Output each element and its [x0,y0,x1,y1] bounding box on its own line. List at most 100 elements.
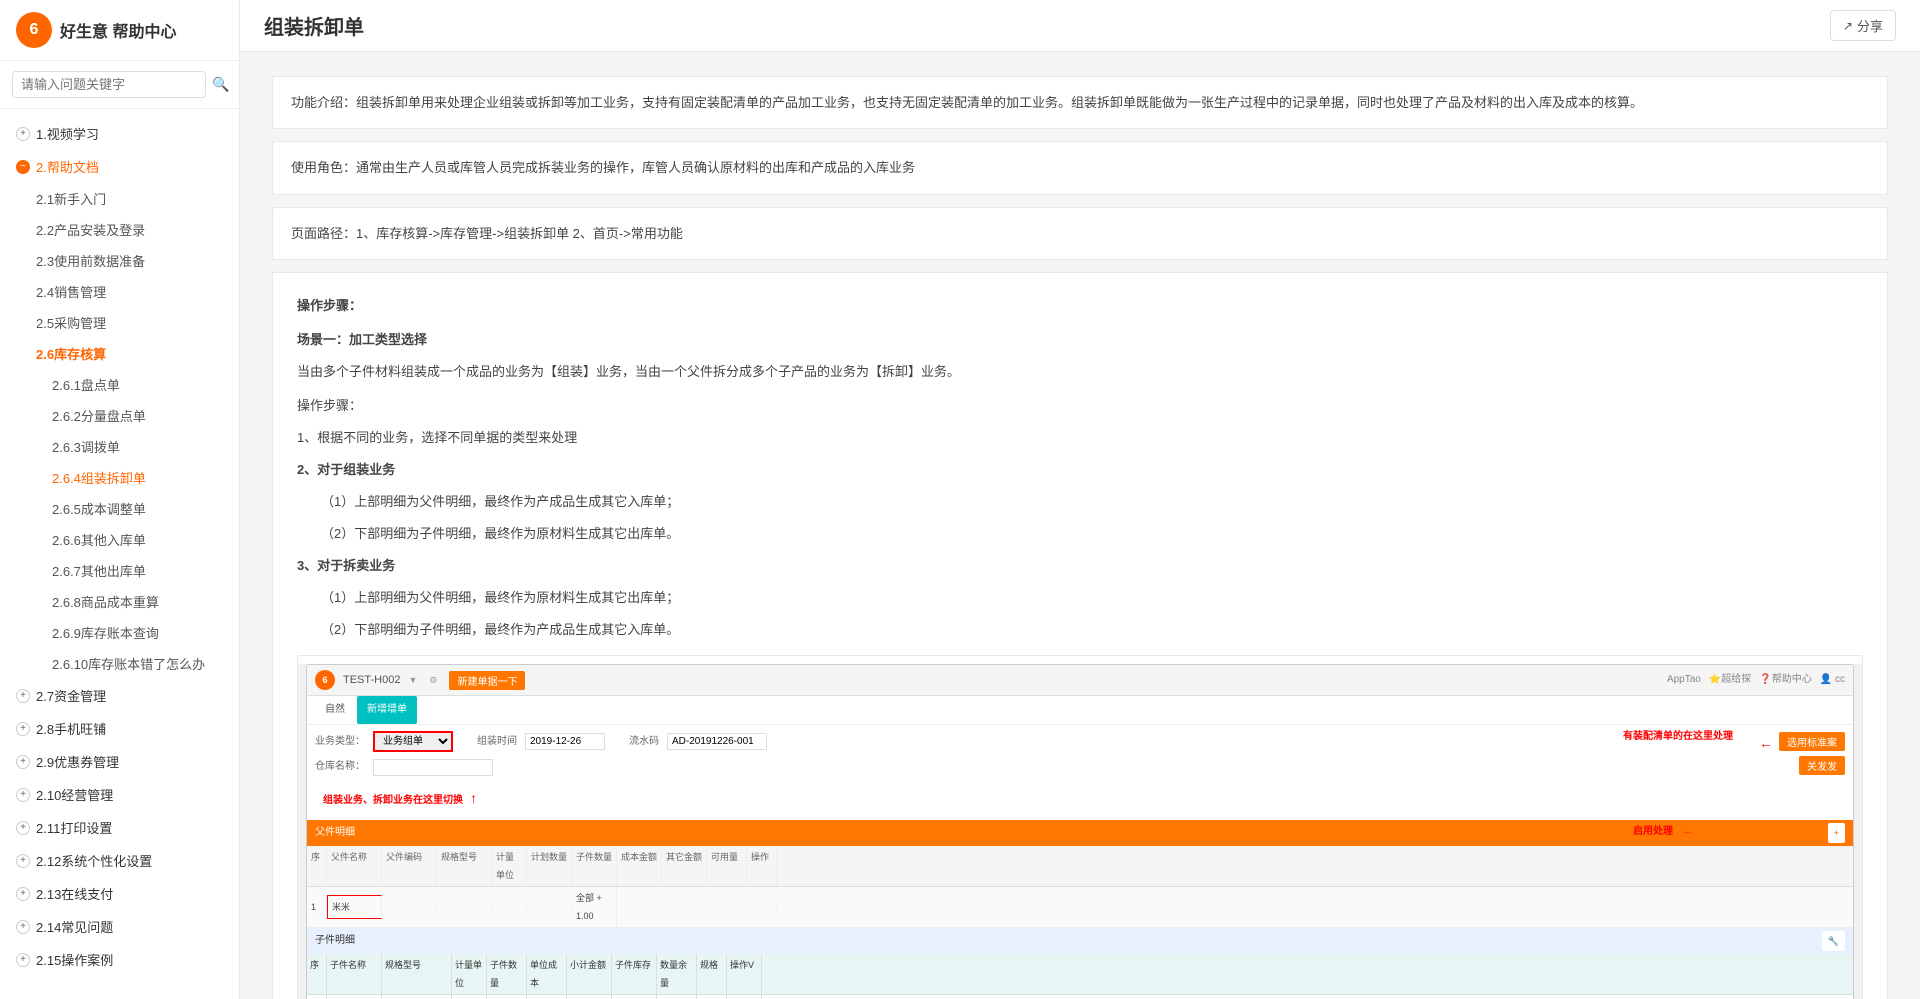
form-date-label: 组装时间 [477,732,517,752]
td-name: 米米 [327,895,382,919]
sidebar-item-ops[interactable]: + 2.10经营管理 [0,778,239,811]
parent-table-row: 1 米米 全部 + 1.00 [307,887,1853,928]
annotation-type-area: 组装业务、拆卸业务在这里切换 ↑ [315,782,1845,814]
std-name-1: 商品 1 [327,995,382,999]
section-add-btn[interactable]: + [1828,823,1845,843]
sidebar-item-other-in[interactable]: 2.6.6其他入库单 [0,524,239,555]
sidebar-item-video[interactable]: + 1.视频学习 [0,117,239,150]
app-logo: 6 [315,670,335,690]
sidebar-item-cost-adjust[interactable]: 2.6.5成本调整单 [0,493,239,524]
sth-name: 子件名称 [327,954,382,994]
td-code [382,905,437,909]
sidebar-item-assembly[interactable]: 2.6.4组装拆卸单 [0,462,239,493]
sidebar-item-stock-check[interactable]: 2.6.9库存账本查询 [0,617,239,648]
sidebar-item-inventory[interactable]: 2.6库存核算 [0,338,239,369]
toggle-icon-faq: + [16,920,30,934]
sidebar-item-coupon[interactable]: + 2.9优惠券管理 [0,745,239,778]
td-child-qty: 全部 + 1.00 [572,887,617,927]
app-icon-apptao: AppTao [1667,670,1701,690]
sidebar-item-wrong-account[interactable]: 2.6.10库存账本错了怎么办 [0,648,239,679]
th-child-qty: 子件数量 [572,846,617,886]
th-plan-qty: 计划数量 [527,846,572,886]
sidebar-item-cost-reset[interactable]: 2.6.8商品成本重算 [0,586,239,617]
role-text: 使用角色：通常由生产人员或库管人员完成拆装业务的操作，库管人员确认原材料的出库和… [291,160,915,175]
step3-1: （1）上部明细为父件明细，最终作为原材料生成其它出库单； [297,585,1863,611]
section-bar-child: 子件明细 🔧 [307,928,1853,954]
form-warehouse-input[interactable] [373,759,493,776]
td-idx: 1 [307,896,327,918]
form-confirm-btn[interactable]: 选用标准案 [1779,732,1845,751]
th-act: 操作 [747,846,777,886]
step1: 1、根据不同的业务，选择不同单据的类型来处理 [297,425,1863,451]
td-plan-qty [527,905,572,909]
app-dropdown-icon: ▼ [408,671,417,689]
role-box: 使用角色：通常由生产人员或库管人员完成拆装业务的操作，库管人员确认原材料的出库和… [272,141,1888,194]
toggle-icon-system: + [16,854,30,868]
form-warehouse-label: 仓库名称： [315,757,365,777]
sidebar-item-split-take[interactable]: 2.6.2分量盘点单 [0,400,239,431]
step2-2: （2）下部明细为子件明细，最终作为原材料生成其它出库单。 [297,521,1863,547]
form-date-input[interactable] [525,733,605,750]
sth-unit: 计量单位 [452,954,487,994]
sidebar-item-stocktake[interactable]: 2.6.1盘点单 [0,369,239,400]
search-button[interactable]: 🔍 [212,76,229,93]
toggle-icon-payment: + [16,887,30,901]
toggle-icon-coupon: + [16,755,30,769]
section-label-parent: 父件明细 [315,823,355,843]
std-ucost-1: 30.00 [527,995,567,999]
step2-1: （1）上部明细为父件明细，最终作为产成品生成其它入库单； [297,489,1863,515]
th-unit: 计量单位 [492,846,527,886]
form-code-label: 流水码 [629,732,659,752]
share-icon: ↗ [1843,19,1853,33]
app-tab-home[interactable]: 自然 [315,696,355,724]
sidebar-item-sales[interactable]: 2.4销售管理 [0,276,239,307]
sidebar-item-print[interactable]: + 2.11打印设置 [0,811,239,844]
share-button[interactable]: ↗ 分享 [1830,10,1896,41]
sidebar-item-purchase[interactable]: 2.5采购管理 [0,307,239,338]
form-type-label: 业务类型： [315,732,365,752]
sidebar-item-system[interactable]: + 2.12系统个性化设置 [0,844,239,877]
toggle-icon-cases: + [16,953,30,967]
sidebar-item-cases[interactable]: + 2.15操作案例 [0,943,239,976]
std-qty-1: 30.00 [487,995,527,999]
sidebar-item-docs[interactable]: − 2.帮助文档 [0,150,239,183]
annotation-batch: 启用处理 [1633,822,1673,842]
sidebar-item-other-out[interactable]: 2.6.7其他出库单 [0,555,239,586]
th-name: 父件名称 [327,846,382,886]
sidebar-item-install[interactable]: 2.2产品安装及登录 [0,214,239,245]
path-text: 页面路径：1、库存核算->库存管理->组装拆卸单 2、首页->常用功能 [291,226,683,241]
sth-spec2: 规格 [697,954,727,994]
form-row-2: 仓库名称： 关发发 [315,756,1845,778]
std-unit-1 [452,995,487,999]
sth-subtotal: 小计金额 [567,954,612,994]
form-type-select[interactable]: 业务组单 业务拆单 [373,731,453,752]
td-act [747,905,777,909]
th-cost: 成本金额 [617,846,662,886]
parent-table-header: 序 父件名称 父件编码 规格型号 计量单位 计划数量 子件数量 成本金额 其它金… [307,846,1853,887]
search-input[interactable] [12,71,206,98]
sidebar-item-finance[interactable]: + 2.7资金管理 [0,679,239,712]
th-code: 父件编码 [382,846,437,886]
screenshot-container: 6 TEST-H002 ▼ ⚙ 新建单据一下 AppTao ⭐超给探 ❓帮助中心… [297,655,1863,999]
annotation-type-label: 组装业务、拆卸业务在这里切换 [323,795,463,806]
intro-box: 功能介绍：组装拆卸单用来处理企业组装或拆卸等加工业务，支持有固定装配清单的产品加… [272,76,1888,129]
toggle-icon-mobile: + [16,722,30,736]
sidebar-item-mobile[interactable]: + 2.8手机旺铺 [0,712,239,745]
app-icon-cc: 👤 cc [1820,670,1845,690]
section-child-add-btn[interactable]: 🔧 [1822,931,1845,951]
main-area: 组装拆卸单 ↗ 分享 功能介绍：组装拆卸单用来处理企业组装或拆卸等加工业务，支持… [240,0,1920,999]
td-unit [492,905,527,909]
sidebar-item-prepare[interactable]: 2.3使用前数据准备 [0,245,239,276]
sidebar-item-payment[interactable]: + 2.13在线支付 [0,877,239,910]
content-area: 功能介绍：组装拆卸单用来处理企业组装或拆卸等加工业务，支持有固定装配清单的产品加… [240,52,1920,999]
app-new-btn[interactable]: 新建单据一下 [449,671,525,690]
sidebar-item-adjust[interactable]: 2.6.3调拨单 [0,431,239,462]
step3-2: （2）下部明细为子件明细，最终作为产成品生成其它入库单。 [297,617,1863,643]
td-avail [707,905,747,909]
sidebar-item-faq[interactable]: + 2.14常见问题 [0,910,239,943]
form-batch-btn[interactable]: 关发发 [1799,756,1845,775]
form-code-input[interactable] [667,733,767,750]
steps-title: 操作步骤： [297,293,1863,319]
app-tab-new[interactable]: 新增增单 [357,696,417,724]
sidebar-item-newbie[interactable]: 2.1新手入门 [0,183,239,214]
